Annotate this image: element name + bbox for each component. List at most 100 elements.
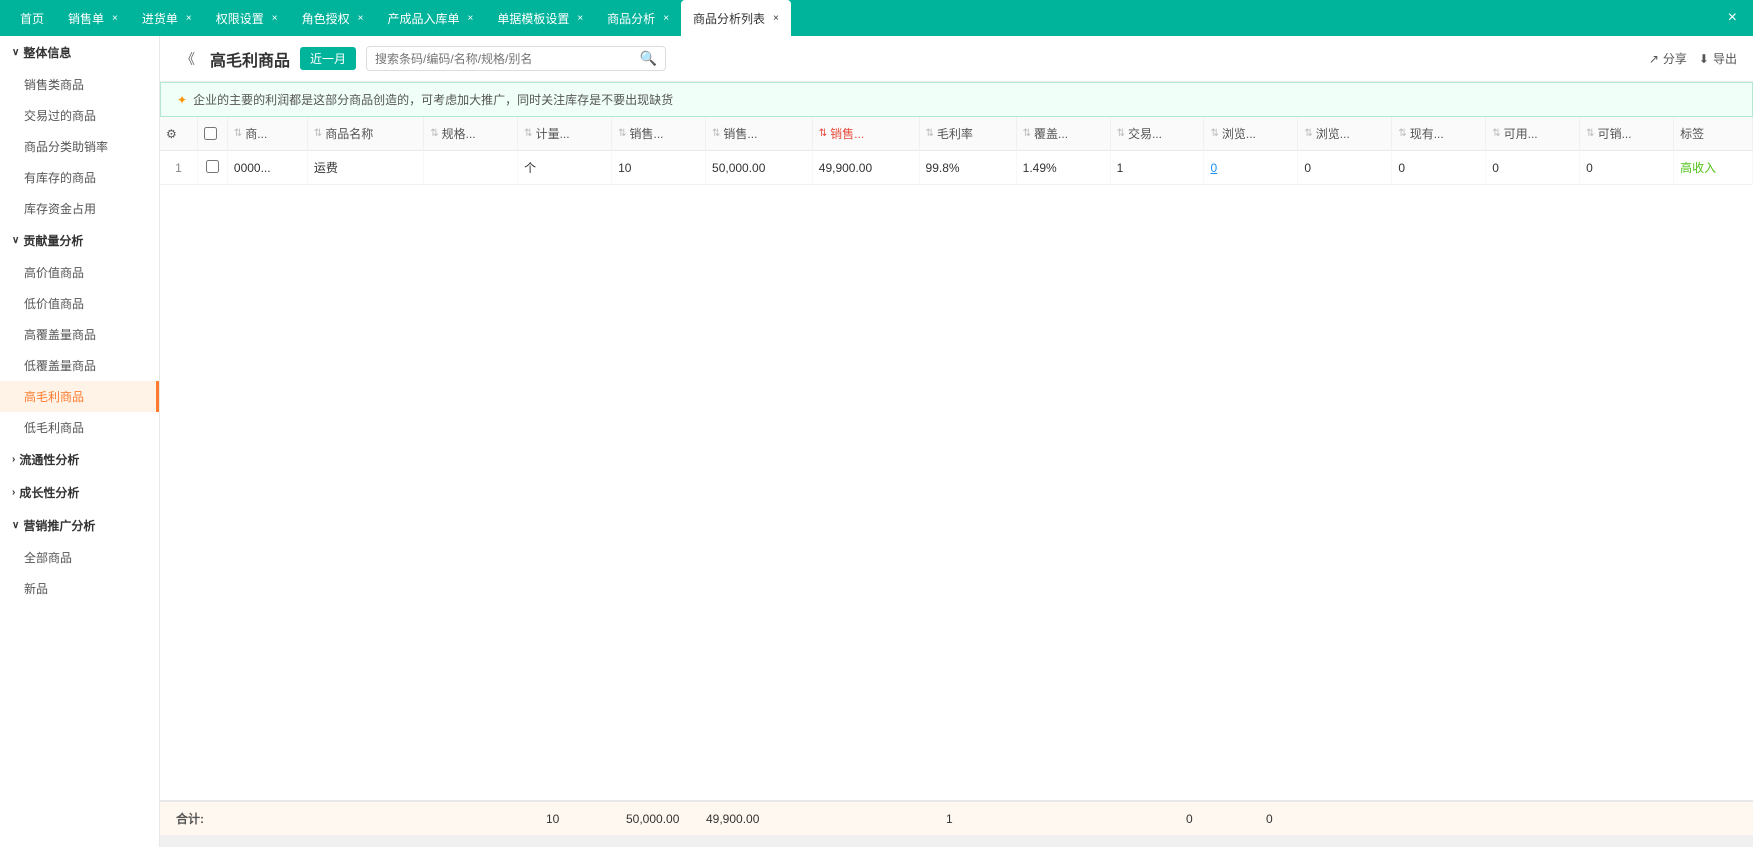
- cell-coverage: 1.49%: [1016, 151, 1110, 185]
- th-sales-profit[interactable]: ⇅销售...: [812, 117, 919, 151]
- export-icon: ⬇: [1699, 52, 1709, 66]
- cell-name: 运费: [307, 151, 423, 185]
- th-browse2[interactable]: ⇅浏览...: [1298, 117, 1392, 151]
- tab-purchase[interactable]: 进货单 ×: [130, 0, 204, 36]
- close-all-button[interactable]: ×: [1720, 9, 1745, 27]
- tab-role[interactable]: 角色授权 ×: [290, 0, 376, 36]
- th-saleable-stock[interactable]: ⇅可销...: [1580, 117, 1674, 151]
- table-footer: 合计: 10 50,000.00 49,900.00 1 0 0: [160, 800, 1753, 835]
- tab-sales[interactable]: 销售单 ×: [56, 0, 130, 36]
- sidebar-collapse-button[interactable]: 《: [176, 47, 200, 71]
- cell-checkbox[interactable]: [197, 151, 227, 185]
- cell-transaction: 1: [1110, 151, 1204, 185]
- info-message: 企业的主要的利润都是这部分商品创造的，可考虑加大推广，同时关注库存是不要出现缺货: [193, 91, 673, 108]
- sidebar-item-traded-goods[interactable]: 交易过的商品: [0, 100, 159, 131]
- collapse-arrow-contribution: ∨: [12, 235, 19, 246]
- sidebar-item-low-value[interactable]: 低价值商品: [0, 288, 159, 319]
- select-all-checkbox[interactable]: [204, 127, 217, 140]
- sidebar-group-growth[interactable]: › 成长性分析: [0, 476, 159, 509]
- search-icon[interactable]: 🔍: [640, 50, 657, 67]
- footer-empty8: [1100, 812, 1180, 826]
- footer-empty5: [780, 812, 860, 826]
- th-tag[interactable]: 标签: [1674, 117, 1753, 151]
- footer-cell-empty3: [380, 812, 460, 826]
- share-icon: ↗: [1649, 52, 1659, 66]
- sidebar-item-high-margin[interactable]: 高毛利商品: [0, 381, 159, 412]
- th-spec[interactable]: ⇅规格...: [424, 117, 518, 151]
- sidebar-item-low-margin[interactable]: 低毛利商品: [0, 412, 159, 443]
- sidebar-item-low-coverage[interactable]: 低覆盖量商品: [0, 350, 159, 381]
- tab-product-analysis-list[interactable]: 商品分析列表 ×: [681, 0, 791, 36]
- sidebar-item-all-goods[interactable]: 全部商品: [0, 542, 159, 573]
- cell-margin-rate: 99.8%: [919, 151, 1016, 185]
- table-row: 1 0000... 运费 个 10 50,000.00 49,900.00 99…: [160, 151, 1753, 185]
- cell-sales-profit: 49,900.00: [812, 151, 919, 185]
- tab-template[interactable]: 单据模板设置 ×: [485, 0, 595, 36]
- th-available-stock[interactable]: ⇅可用...: [1486, 117, 1580, 151]
- cell-tag: 高收入: [1674, 151, 1753, 185]
- tab-home[interactable]: 首页: [8, 0, 56, 36]
- close-icon[interactable]: ×: [358, 13, 364, 24]
- footer-cells: 10 50,000.00 49,900.00 1 0 0: [220, 812, 1737, 826]
- th-name[interactable]: ⇅商品名称: [307, 117, 423, 151]
- close-icon[interactable]: ×: [272, 13, 278, 24]
- sort-icon: ⇅: [1117, 128, 1125, 139]
- th-unit[interactable]: ⇅计量...: [518, 117, 612, 151]
- footer-available-stock: 0: [1260, 812, 1340, 826]
- sidebar-item-sales-goods[interactable]: 销售类商品: [0, 69, 159, 100]
- th-current-stock[interactable]: ⇅现有...: [1392, 117, 1486, 151]
- footer-empty7: [1020, 812, 1100, 826]
- footer-cell-empty4: [460, 812, 540, 826]
- th-margin-rate[interactable]: ⇅毛利率: [919, 117, 1016, 151]
- sidebar-item-in-stock[interactable]: 有库存的商品: [0, 162, 159, 193]
- sidebar-item-high-value[interactable]: 高价值商品: [0, 257, 159, 288]
- sidebar-item-category-rate[interactable]: 商品分类助销率: [0, 131, 159, 162]
- time-filter-button[interactable]: 近一月: [300, 47, 356, 70]
- sidebar-group-overall[interactable]: ∨ 整体信息: [0, 36, 159, 69]
- th-coverage[interactable]: ⇅覆盖...: [1016, 117, 1110, 151]
- footer-cell-empty1: [220, 812, 300, 826]
- top-nav: 首页 销售单 × 进货单 × 权限设置 × 角色授权 × 产成品入库单 × 单据…: [0, 0, 1753, 36]
- th-sales-amount[interactable]: ⇅销售...: [706, 117, 813, 151]
- cell-browse1[interactable]: 0: [1204, 151, 1298, 185]
- sidebar-group-liquidity[interactable]: › 流通性分析: [0, 443, 159, 476]
- footer-current-stock: 0: [1180, 812, 1260, 826]
- cell-current-stock: 0: [1392, 151, 1486, 185]
- collapse-arrow-liquidity: ›: [12, 454, 15, 465]
- sort-icon: ⇅: [1304, 128, 1312, 139]
- close-icon[interactable]: ×: [112, 13, 118, 24]
- sidebar-item-high-coverage[interactable]: 高覆盖量商品: [0, 319, 159, 350]
- close-icon[interactable]: ×: [773, 13, 779, 24]
- sidebar-item-new-goods[interactable]: 新品: [0, 573, 159, 604]
- close-icon[interactable]: ×: [186, 13, 192, 24]
- sort-icon: ⇅: [1586, 128, 1594, 139]
- close-icon[interactable]: ×: [577, 13, 583, 24]
- th-code[interactable]: ⇅商...: [227, 117, 307, 151]
- share-button[interactable]: ↗ 分享: [1649, 50, 1687, 67]
- close-icon[interactable]: ×: [663, 13, 669, 24]
- cell-saleable-stock: 0: [1580, 151, 1674, 185]
- th-transaction[interactable]: ⇅交易...: [1110, 117, 1204, 151]
- sort-icon: ⇅: [926, 128, 934, 139]
- tab-permission[interactable]: 权限设置 ×: [204, 0, 290, 36]
- th-sales-qty[interactable]: ⇅销售...: [612, 117, 706, 151]
- tab-product-analysis[interactable]: 商品分析 ×: [595, 0, 681, 36]
- cell-sales-qty: 10: [612, 151, 706, 185]
- content-area: 《 高毛利商品 近一月 🔍 ↗ 分享 ⬇ 导出 ✦ 企业的主要的利润都是这部: [160, 36, 1753, 847]
- sort-icon: ⇅: [1023, 128, 1031, 139]
- th-browse1[interactable]: ⇅浏览...: [1204, 117, 1298, 151]
- collapse-arrow-overall: ∨: [12, 47, 19, 58]
- footer-sales-profit: 49,900.00: [700, 812, 780, 826]
- cell-available-stock: 0: [1486, 151, 1580, 185]
- close-icon[interactable]: ×: [467, 13, 473, 24]
- tab-product-inbound[interactable]: 产成品入库单 ×: [375, 0, 485, 36]
- sidebar-item-stock-capital[interactable]: 库存资金占用: [0, 193, 159, 224]
- sort-icon: ⇅: [1398, 128, 1406, 139]
- sidebar-group-marketing[interactable]: ∨ 营销推广分析: [0, 509, 159, 542]
- footer-empty6: [860, 812, 940, 826]
- sidebar-group-contribution[interactable]: ∨ 贡献量分析: [0, 224, 159, 257]
- th-settings[interactable]: ⚙: [160, 117, 197, 151]
- search-input[interactable]: [375, 52, 634, 66]
- export-button[interactable]: ⬇ 导出: [1699, 50, 1737, 67]
- row-checkbox[interactable]: [206, 160, 219, 173]
